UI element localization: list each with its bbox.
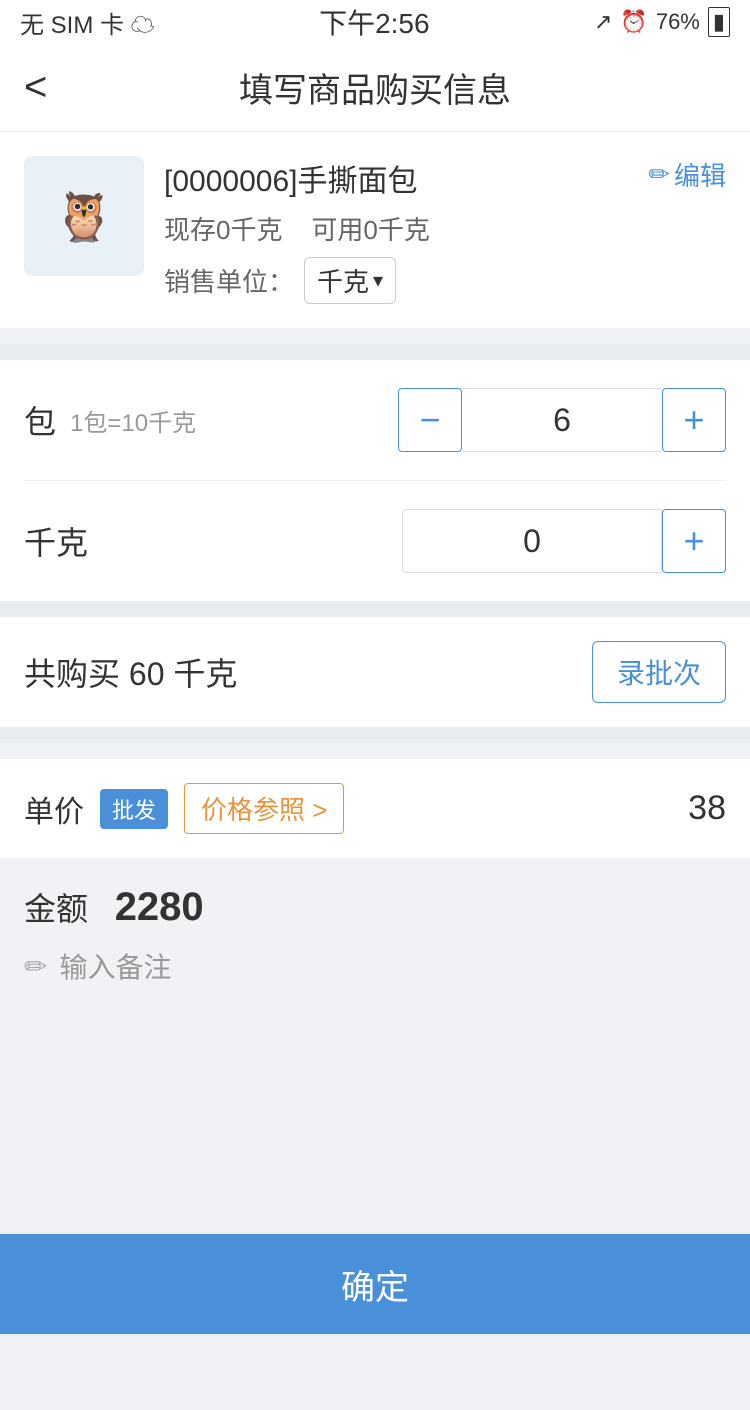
alarm-icon: ⏰ bbox=[620, 9, 647, 35]
dropdown-icon: ▾ bbox=[373, 268, 383, 293]
kg-control: + bbox=[402, 509, 726, 573]
package-minus-button[interactable]: − bbox=[398, 388, 462, 452]
price-value: 38 bbox=[688, 789, 726, 828]
kg-row: 千克 + bbox=[24, 481, 726, 601]
price-tag: 批发 bbox=[100, 789, 168, 829]
status-time: 下午2:56 bbox=[319, 2, 430, 42]
kg-plus-icon: + bbox=[683, 520, 704, 562]
status-right: ↗ ⏰ 76% ▮ bbox=[594, 7, 730, 37]
remark-placeholder: 输入备注 bbox=[59, 946, 171, 986]
package-row: 包 1包=10千克 − + bbox=[24, 360, 726, 481]
summary-text: 共购买 60 千克 bbox=[24, 649, 237, 695]
package-plus-button[interactable]: + bbox=[662, 388, 726, 452]
package-input[interactable] bbox=[462, 388, 662, 452]
location-icon: ↗ bbox=[594, 9, 612, 35]
package-hint: 1包=10千克 bbox=[70, 403, 196, 438]
product-unit-row: 销售单位： 千克 ▾ bbox=[164, 257, 726, 304]
amount-value: 2280 bbox=[115, 885, 204, 929]
package-text: 包 bbox=[24, 397, 56, 443]
amount-row: 金额 2280 bbox=[24, 884, 726, 930]
plus-icon: + bbox=[683, 399, 704, 441]
edit-button[interactable]: ✏ 编辑 bbox=[648, 156, 726, 193]
status-bar: 无 SIM 卡 ☁ 下午2:56 ↗ ⏰ 76% ▮ bbox=[0, 0, 750, 44]
unit-selector[interactable]: 千克 ▾ bbox=[304, 257, 396, 304]
status-left: 无 SIM 卡 ☁ bbox=[20, 5, 155, 40]
back-button[interactable]: < bbox=[24, 65, 47, 110]
product-card: 🦉 [0000006]手撕面包 现存0千克 可用0千克 销售单位： 千克 ▾ ✏… bbox=[0, 132, 750, 328]
confirm-button[interactable]: 确定 bbox=[0, 1234, 750, 1334]
unit-value: 千克 bbox=[317, 262, 369, 299]
unit-label: 销售单位： bbox=[164, 262, 294, 299]
product-logo: 🦉 bbox=[54, 188, 114, 245]
batch-button[interactable]: 录批次 bbox=[592, 641, 726, 703]
empty-space bbox=[0, 1010, 750, 1410]
summary-section: 共购买 60 千克 录批次 bbox=[0, 617, 750, 727]
divider-3 bbox=[0, 727, 750, 743]
product-name: [0000006]手撕面包 bbox=[164, 156, 726, 200]
battery-status: 76% bbox=[656, 9, 700, 35]
stock-available: 可用0千克 bbox=[311, 215, 429, 245]
nav-bar: < 填写商品购买信息 bbox=[0, 44, 750, 132]
divider-2 bbox=[0, 601, 750, 617]
kg-input[interactable] bbox=[402, 509, 662, 573]
product-stock: 现存0千克 可用0千克 bbox=[164, 210, 726, 247]
stock-current: 现存0千克 bbox=[164, 215, 282, 245]
price-label: 单价 bbox=[24, 787, 84, 831]
amount-label: 金额 bbox=[24, 891, 88, 927]
amount-section: 金额 2280 ✏ 输入备注 bbox=[0, 860, 750, 1010]
input-section: 包 1包=10千克 − + 千克 + bbox=[0, 360, 750, 601]
sim-status: 无 SIM 卡 ☁ bbox=[20, 5, 155, 40]
product-info: [0000006]手撕面包 现存0千克 可用0千克 销售单位： 千克 ▾ bbox=[164, 156, 726, 304]
divider-1 bbox=[0, 344, 750, 360]
edit-icon: ✏ bbox=[648, 159, 670, 190]
kg-plus-button[interactable]: + bbox=[662, 509, 726, 573]
package-control: − + bbox=[398, 388, 726, 452]
price-ref-button[interactable]: 价格参照 > bbox=[184, 783, 344, 834]
price-section: 单价 批发 价格参照 > 38 bbox=[0, 759, 750, 858]
kg-text: 千克 bbox=[24, 518, 88, 564]
battery-icon: ▮ bbox=[708, 7, 730, 37]
package-label: 包 1包=10千克 bbox=[24, 397, 196, 443]
edit-label: 编辑 bbox=[674, 156, 726, 193]
pencil-icon: ✏ bbox=[24, 950, 47, 983]
back-icon: < bbox=[24, 65, 47, 109]
product-image: 🦉 bbox=[24, 156, 144, 276]
remark-row[interactable]: ✏ 输入备注 bbox=[24, 946, 726, 986]
page-title: 填写商品购买信息 bbox=[239, 63, 511, 112]
kg-label: 千克 bbox=[24, 518, 88, 564]
minus-icon: − bbox=[419, 399, 440, 441]
